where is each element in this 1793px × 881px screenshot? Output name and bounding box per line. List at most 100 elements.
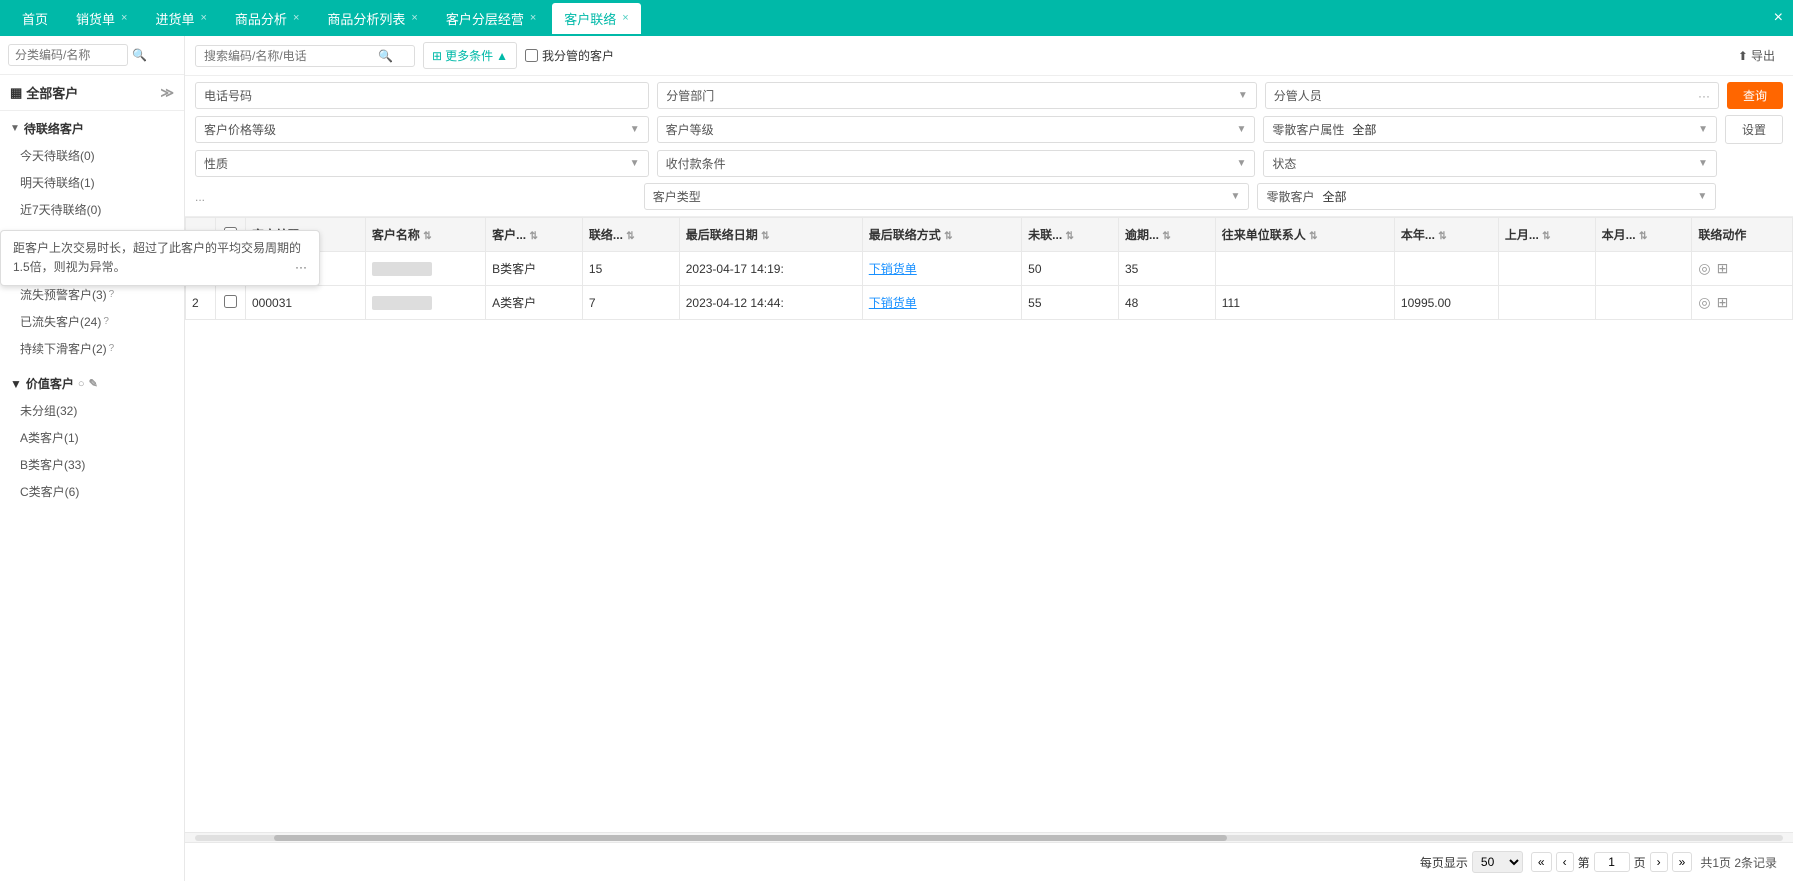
sort-icon-last-month[interactable]: ⇅ (1542, 231, 1550, 242)
close-sales-tab[interactable]: × (121, 12, 127, 24)
filter-search-box[interactable]: 🔍 (195, 45, 415, 67)
my-customers-checkbox[interactable]: 我分管的客户 (525, 47, 614, 64)
filter-search-input[interactable] (204, 49, 374, 63)
close-customer-contact-tab[interactable]: × (622, 12, 628, 24)
row-1-method-link[interactable]: 下销货单 (869, 262, 917, 276)
sidebar-all-customers[interactable]: ▦ 全部客户 ≫ (0, 75, 184, 111)
row-2-select[interactable] (224, 295, 237, 308)
sort-icon-unreached[interactable]: ⇅ (1066, 231, 1074, 242)
info-icon-2: ? (109, 289, 115, 300)
query-button[interactable]: 查询 (1727, 82, 1783, 109)
status-filter[interactable]: 状态 ▼ (1263, 150, 1717, 177)
sidebar-declining[interactable]: 持续下滑客户(2) ? (0, 335, 184, 362)
sidebar-a-class[interactable]: A类客户(1) (0, 424, 184, 451)
my-customers-check-input[interactable] (525, 49, 538, 62)
sidebar-ungroup[interactable]: 未分组(32) (0, 397, 184, 424)
nav-customer-contact[interactable]: 客户联络 × (552, 3, 640, 34)
row-1-view-icon[interactable]: ◎ (1698, 260, 1710, 277)
phone-filter[interactable]: 电话号码 (195, 82, 649, 109)
nav-sales[interactable]: 销货单 × (64, 3, 139, 34)
sort-icon-this-month[interactable]: ⇅ (1639, 231, 1647, 242)
customers-table: ⚙ 客户编码 ⇅ 客户名称 ⇅ (185, 217, 1793, 320)
info-icon-4: ? (109, 343, 115, 354)
customer-type-filter[interactable]: 客户类型 ▼ (644, 183, 1250, 210)
edit-icon[interactable]: ✎ (89, 377, 98, 390)
export-button[interactable]: ⬆ 导出 (1730, 43, 1783, 68)
price-level-filter[interactable]: 客户价格等级 ▼ (195, 116, 649, 143)
pending-section-header[interactable]: ▼ 待联络客户 (0, 115, 184, 142)
retail-attr-dropdown-icon: ▼ (1698, 124, 1708, 135)
total-records-text: 共1页 2条记录 (1700, 854, 1777, 871)
filter-row-3: 性质 ▼ 收付款条件 ▼ 状态 ▼ (195, 150, 1783, 177)
sidebar: 🔍 ▦ 全部客户 ≫ ▼ 待联络客户 今天待联络(0) 明天待联络(1) 近7天… (0, 36, 185, 881)
sidebar-lost[interactable]: 已流失客户(24) ? (0, 308, 184, 335)
sort-icon-date[interactable]: ⇅ (761, 231, 769, 242)
sidebar-search-icon[interactable]: 🔍 (132, 48, 147, 62)
close-product-list-tab[interactable]: × (411, 12, 417, 24)
dept-filter[interactable]: 分管部门 ▼ (657, 82, 1257, 109)
filter-row-2: 客户价格等级 ▼ 客户等级 ▼ 零散客户属性 全部 ▼ 设置 (195, 115, 1783, 144)
main-layout: 🔍 ▦ 全部客户 ≫ ▼ 待联络客户 今天待联络(0) 明天待联络(1) 近7天… (0, 36, 1793, 881)
extra-dots-icon[interactable]: ... (195, 190, 205, 204)
row-2-view-icon[interactable]: ◎ (1698, 294, 1710, 311)
row-2-last-method[interactable]: 下销货单 (862, 286, 1021, 320)
row-2-checkbox[interactable] (216, 286, 246, 320)
col-company-contacts: 往来单位联系人 ⇅ (1215, 218, 1394, 252)
sidebar-collapse-icon[interactable]: ≫ (160, 85, 174, 101)
nav-customer-segment[interactable]: 客户分层经营 × (434, 3, 548, 34)
gender-filter[interactable]: 性质 ▼ (195, 150, 649, 177)
close-purchase-tab[interactable]: × (200, 12, 206, 24)
more-conditions-button[interactable]: ⊞ 更多条件 ▲ (423, 42, 517, 69)
sidebar-search-input[interactable] (8, 44, 128, 66)
manager-filter[interactable]: 分管人员 ··· (1265, 82, 1719, 109)
nav-product-analysis[interactable]: 商品分析 × (223, 3, 311, 34)
retail-customer-filter[interactable]: 零散客户 全部 ▼ (1257, 183, 1716, 210)
nav-purchase[interactable]: 进货单 × (143, 3, 218, 34)
sidebar-c-class[interactable]: C类客户(6) (0, 478, 184, 505)
last-page-button[interactable]: » (1672, 852, 1693, 872)
chevron-up-icon: ▲ (496, 49, 508, 63)
first-page-button[interactable]: « (1531, 852, 1552, 872)
nav-product-list[interactable]: 商品分析列表 × (315, 3, 429, 34)
close-customer-segment-tab[interactable]: × (530, 12, 536, 24)
sort-icon-method[interactable]: ⇅ (944, 231, 952, 242)
close-product-analysis-tab[interactable]: × (293, 12, 299, 24)
payment-filter[interactable]: 收付款条件 ▼ (657, 150, 1256, 177)
col-last-contact-method: 最后联络方式 ⇅ (862, 218, 1021, 252)
table-row: 2 000031 A类客户 7 2023-04-12 14:44: 下销货单 5… (186, 286, 1793, 320)
retail-attr-filter[interactable]: 零散客户属性 全部 ▼ (1263, 116, 1717, 143)
filter-search-icon[interactable]: 🔍 (378, 49, 393, 63)
sidebar-today-pending[interactable]: 今天待联络(0) (0, 142, 184, 169)
scroll-track (195, 835, 1783, 841)
value-group-header[interactable]: ▼ 价值客户 ○ ✎ (0, 370, 184, 397)
sort-icon-company[interactable]: ⇅ (1309, 231, 1317, 242)
col-last-month: 上月... ⇅ (1498, 218, 1595, 252)
settings-button[interactable]: 设置 (1725, 115, 1783, 144)
row-2-link-icon[interactable]: ⊞ (1717, 294, 1729, 311)
sort-icon-overdue[interactable]: ⇅ (1162, 231, 1170, 242)
sort-icon-name[interactable]: ⇅ (423, 231, 431, 242)
value-section: ▼ 价值客户 ○ ✎ 未分组(32) A类客户(1) B类客户(33) C类客户… (0, 366, 184, 509)
next-page-button[interactable]: › (1650, 852, 1668, 872)
row-1-link-icon[interactable]: ⊞ (1717, 260, 1729, 277)
triangle-down-icon: ▼ (10, 123, 20, 134)
sort-icon-type[interactable]: ⇅ (529, 231, 537, 242)
prev-page-button[interactable]: ‹ (1556, 852, 1574, 872)
row-1-last-month (1498, 252, 1595, 286)
nav-home[interactable]: 首页 (10, 3, 60, 34)
sort-icon-contact[interactable]: ⇅ (626, 231, 634, 242)
sidebar-b-class[interactable]: B类客户(33) (0, 451, 184, 478)
manager-dots-icon[interactable]: ··· (1698, 89, 1710, 103)
page-number-input[interactable] (1594, 852, 1630, 872)
row-1-last-date: 2023-04-17 14:19: (679, 252, 862, 286)
close-all-tabs[interactable]: × (1774, 9, 1783, 27)
per-page-select[interactable]: 50 20 100 (1472, 851, 1523, 873)
row-2-method-link[interactable]: 下销货单 (869, 296, 917, 310)
sidebar-tomorrow-pending[interactable]: 明天待联络(1) (0, 169, 184, 196)
row-1-unreached: 50 (1022, 252, 1119, 286)
horizontal-scrollbar[interactable] (185, 832, 1793, 842)
sort-icon-year[interactable]: ⇅ (1438, 231, 1446, 242)
customer-level-filter[interactable]: 客户等级 ▼ (657, 116, 1256, 143)
sidebar-7days-pending[interactable]: 近7天待联络(0) (0, 196, 184, 223)
row-1-last-method[interactable]: 下销货单 (862, 252, 1021, 286)
